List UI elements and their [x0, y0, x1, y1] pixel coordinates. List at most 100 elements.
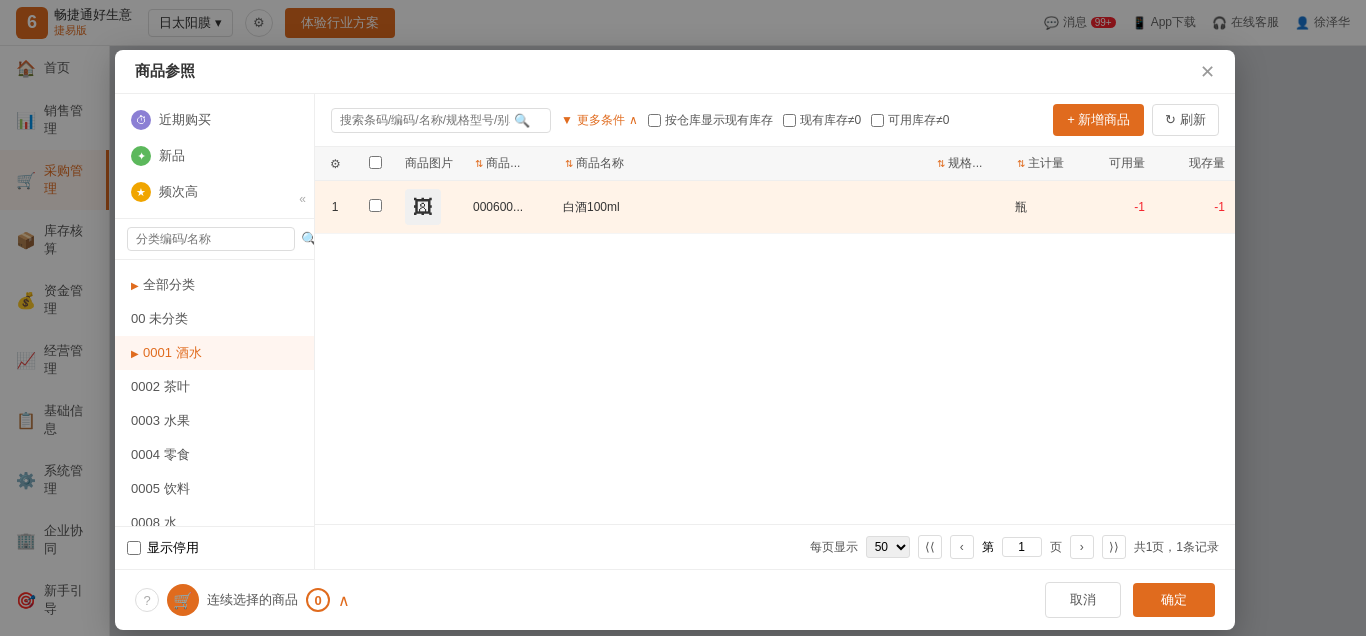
sort-icon-code: ⇅	[475, 158, 483, 169]
checkbox-current-stock[interactable]: 现有库存≠0	[783, 112, 861, 129]
cat-0008[interactable]: 0008 水	[115, 506, 314, 526]
col-img-label: 商品图片	[405, 156, 453, 170]
cart-count: 0	[306, 588, 330, 612]
freq-icon: ★	[131, 182, 151, 202]
page-size-select[interactable]: 50	[866, 536, 910, 558]
checkbox-warehouse-stock[interactable]: 按仓库显示现有库存	[648, 112, 773, 129]
warehouse-stock-check[interactable]	[648, 114, 661, 127]
product-search-bar[interactable]: 🔍	[331, 108, 551, 133]
help-icon[interactable]: ?	[135, 588, 159, 612]
show-disabled-checkbox[interactable]	[127, 541, 141, 555]
modal-close-button[interactable]: ✕	[1200, 63, 1215, 81]
more-filter-button[interactable]: ▼ 更多条件 ∧	[561, 112, 638, 129]
collapse-footer-icon[interactable]: ∧	[338, 591, 350, 610]
filter-icon: ▼	[561, 113, 573, 127]
cat-label-0004: 0004 零食	[131, 446, 190, 464]
table-row[interactable]: 1 🖼 000600... 白酒100ml 瓶 -1	[315, 181, 1235, 234]
page-total-label: 共1页，1条记录	[1134, 539, 1219, 556]
cat-0005[interactable]: 0005 饮料	[115, 472, 314, 506]
page-first-button[interactable]: ⟨⟨	[918, 535, 942, 559]
page-number-input[interactable]	[1002, 537, 1042, 557]
category-search-icon[interactable]: 🔍	[301, 231, 315, 247]
cat-arrow-0001: ▶	[131, 348, 139, 359]
show-disabled-label: 显示停用	[147, 539, 199, 557]
cat-00[interactable]: 00 未分类	[115, 302, 314, 336]
cat-0002[interactable]: 0002 茶叶	[115, 370, 314, 404]
modal-title: 商品参照	[135, 62, 195, 81]
avail-stock-check[interactable]	[871, 114, 884, 127]
row-checkbox[interactable]	[369, 199, 382, 212]
cart-area: ? 🛒 连续选择的商品 0 ∧	[135, 584, 1033, 616]
page-prev-button[interactable]: ‹	[950, 535, 974, 559]
modal-toolbar: 🔍 ▼ 更多条件 ∧ 按仓库显示现有库存 现有库存≠0 可用库存≠0	[315, 94, 1235, 147]
col-header-spec[interactable]: ⇅ 规格...	[925, 147, 1005, 181]
col-avail-label: 可用量	[1109, 156, 1145, 170]
sort-icon-name: ⇅	[565, 158, 573, 169]
product-reference-modal: 商品参照 ✕ ⏱ 近期购买 ✦ 新品	[115, 50, 1235, 630]
quick-tab-new[interactable]: ✦ 新品	[115, 138, 291, 174]
col-header-num: ⚙	[315, 147, 355, 181]
category-list: ▶ 全部分类 00 未分类 ▶ 0001 酒水 0002 茶叶 0003 水果	[115, 260, 314, 526]
col-header-name[interactable]: ⇅ 商品名称	[553, 147, 925, 181]
cat-label-0005: 0005 饮料	[131, 480, 190, 498]
quick-tab-recent[interactable]: ⏱ 近期购买	[115, 102, 291, 138]
settings-icon[interactable]: ⚙	[330, 157, 341, 171]
cell-checkbox[interactable]	[355, 181, 395, 234]
pagination: 每页显示 50 ⟨⟨ ‹ 第 页 › ⟩⟩ 共1页，1条记录	[315, 524, 1235, 569]
cell-avail: -1	[1075, 181, 1155, 234]
add-product-button[interactable]: + 新增商品	[1053, 104, 1144, 136]
select-all-checkbox[interactable]	[369, 156, 382, 169]
cat-0004[interactable]: 0004 零食	[115, 438, 314, 472]
cell-unit: 瓶	[1005, 181, 1075, 234]
cat-all[interactable]: ▶ 全部分类	[115, 268, 314, 302]
cat-0003[interactable]: 0003 水果	[115, 404, 314, 438]
cat-0001[interactable]: ▶ 0001 酒水	[115, 336, 314, 370]
table-header-row: ⚙ 商品图片 ⇅ 商品...	[315, 147, 1235, 181]
cat-label-0001: 0001 酒水	[143, 344, 202, 362]
cell-stock: -1	[1155, 181, 1235, 234]
modal-left-panel: ⏱ 近期购买 ✦ 新品 ★ 频次高 «	[115, 94, 315, 569]
collapse-left-button[interactable]: «	[291, 188, 314, 210]
cell-name: 白酒100ml	[553, 181, 925, 234]
quick-tab-new-label: 新品	[159, 147, 185, 165]
col-header-avail: 可用量	[1075, 147, 1155, 181]
avail-stock-label: 可用库存≠0	[888, 112, 949, 129]
modal-right-panel: 🔍 ▼ 更多条件 ∧ 按仓库显示现有库存 现有库存≠0 可用库存≠0	[315, 94, 1235, 569]
quick-tab-recent-label: 近期购买	[159, 111, 211, 129]
confirm-button[interactable]: 确定	[1133, 583, 1215, 617]
page-last-button[interactable]: ⟩⟩	[1102, 535, 1126, 559]
col-code-label: 商品...	[486, 156, 520, 170]
col-spec-label: 规格...	[948, 156, 982, 170]
cell-spec	[925, 181, 1005, 234]
cat-arrow-all: ▶	[131, 280, 139, 291]
current-stock-label: 现有库存≠0	[800, 112, 861, 129]
product-search-input[interactable]	[340, 113, 510, 127]
cell-code: 000600...	[463, 181, 553, 234]
col-stock-label: 现存量	[1189, 156, 1225, 170]
category-search-input[interactable]	[127, 227, 295, 251]
category-search-area: 🔍	[115, 219, 314, 260]
product-table: ⚙ 商品图片 ⇅ 商品...	[315, 147, 1235, 234]
col-header-unit[interactable]: ⇅ 主计量	[1005, 147, 1075, 181]
quick-tab-freq-label: 频次高	[159, 183, 198, 201]
product-search-icon[interactable]: 🔍	[514, 113, 530, 128]
current-stock-check[interactable]	[783, 114, 796, 127]
cart-button[interactable]: 🛒	[167, 584, 199, 616]
product-table-wrap: ⚙ 商品图片 ⇅ 商品...	[315, 147, 1235, 524]
checkbox-avail-stock[interactable]: 可用库存≠0	[871, 112, 949, 129]
page-next-button[interactable]: ›	[1070, 535, 1094, 559]
refresh-button[interactable]: ↻ 刷新	[1152, 104, 1219, 136]
warehouse-stock-label: 按仓库显示现有库存	[665, 112, 773, 129]
product-thumbnail: 🖼	[405, 189, 441, 225]
quick-tab-freq[interactable]: ★ 频次高	[115, 174, 291, 210]
cell-num: 1	[315, 181, 355, 234]
cat-label-0008: 0008 水	[131, 514, 177, 526]
filter-label: 更多条件	[577, 112, 625, 129]
cancel-button[interactable]: 取消	[1045, 582, 1121, 618]
modal-body: ⏱ 近期购买 ✦ 新品 ★ 频次高 «	[115, 94, 1235, 569]
filter-up-icon: ∧	[629, 113, 638, 127]
new-icon: ✦	[131, 146, 151, 166]
col-header-code[interactable]: ⇅ 商品...	[463, 147, 553, 181]
sort-icon-spec: ⇅	[937, 158, 945, 169]
cat-label-0002: 0002 茶叶	[131, 378, 190, 396]
